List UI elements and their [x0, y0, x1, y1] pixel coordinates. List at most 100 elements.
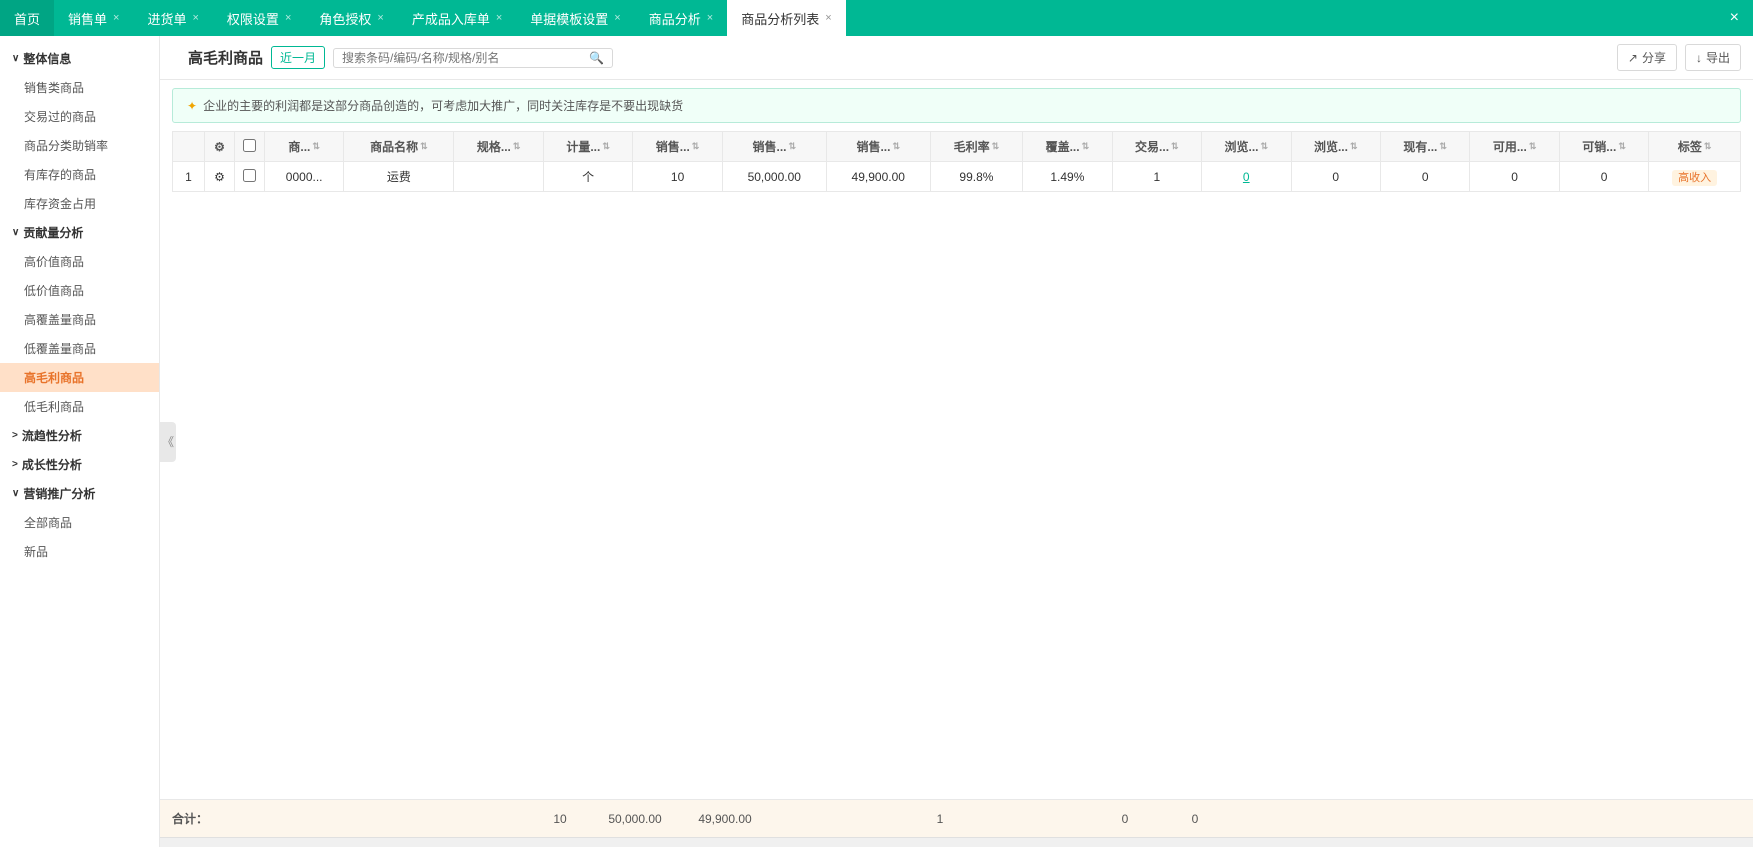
- sidebar-item-1-0[interactable]: 高价值商品: [0, 247, 159, 276]
- nav-item-8[interactable]: 商品分析列表×: [727, 0, 845, 36]
- nav-close-8[interactable]: ×: [825, 12, 831, 24]
- export-button[interactable]: ↓ 导出: [1685, 44, 1741, 71]
- nav-item-3[interactable]: 权限设置×: [213, 0, 305, 36]
- col-header-unit[interactable]: 计量... ⇅: [543, 132, 632, 162]
- sort-icon-saleable: ⇅: [1618, 141, 1626, 152]
- footer-cell-3: [320, 812, 380, 826]
- share-button[interactable]: ↗ 分享: [1617, 44, 1677, 71]
- sidebar-collapse-button[interactable]: 《: [160, 422, 176, 462]
- nav-item-4[interactable]: 角色授权×: [305, 0, 397, 36]
- search-icon[interactable]: 🔍: [589, 51, 604, 65]
- col-label-trade: 交易...: [1135, 138, 1169, 155]
- footer-cell-14: [1030, 812, 1090, 826]
- sidebar-item-1-1[interactable]: 低价值商品: [0, 276, 159, 305]
- sidebar-group-4[interactable]: ∨营销推广分析: [0, 479, 159, 508]
- col-header-saleable[interactable]: 可销... ⇅: [1559, 132, 1648, 162]
- time-filter-button[interactable]: 近一月: [271, 46, 325, 69]
- sidebar-group-3[interactable]: >成长性分析: [0, 450, 159, 479]
- sidebar-item-1-5[interactable]: 低毛利商品: [0, 392, 159, 421]
- col-header-tag[interactable]: 标签 ⇅: [1649, 132, 1741, 162]
- bottom-scrollbar[interactable]: [160, 837, 1753, 847]
- nav-close-3[interactable]: ×: [285, 12, 291, 24]
- nav-close-2[interactable]: ×: [192, 12, 198, 24]
- collapse-icon: 《: [162, 433, 174, 450]
- row-check-0[interactable]: [243, 169, 256, 182]
- sidebar-item-4-0[interactable]: 全部商品: [0, 508, 159, 537]
- col-header-current[interactable]: 现有... ⇅: [1380, 132, 1469, 162]
- search-input[interactable]: [342, 51, 589, 65]
- sidebar-arrow-4: ∨: [12, 488, 19, 499]
- top-nav: 首页销售单×进货单×权限设置×角色授权×产成品入库单×单据模板设置×商品分析×商…: [0, 0, 1753, 36]
- nav-close-6[interactable]: ×: [614, 12, 620, 24]
- col-header-code[interactable]: 商... ⇅: [265, 132, 344, 162]
- sidebar-item-4-1[interactable]: 新品: [0, 537, 159, 566]
- col-header-spec[interactable]: 规格... ⇅: [454, 132, 543, 162]
- col-header-available[interactable]: 可用... ⇅: [1470, 132, 1559, 162]
- data-table: ⚙商... ⇅商品名称 ⇅规格... ⇅计量... ⇅销售... ⇅销售... …: [172, 131, 1741, 192]
- sidebar-group-2[interactable]: >流趋性分析: [0, 421, 159, 450]
- nav-close-7[interactable]: ×: [707, 12, 713, 24]
- col-header-sale_cost[interactable]: 销售... ⇅: [826, 132, 930, 162]
- nav-item-2[interactable]: 进货单×: [133, 0, 212, 36]
- nav-close-5[interactable]: ×: [496, 12, 502, 24]
- col-header-gross_rate[interactable]: 毛利率 ⇅: [930, 132, 1022, 162]
- col-header-name[interactable]: 商品名称 ⇅: [344, 132, 454, 162]
- footer-cell-7: 10: [530, 812, 590, 826]
- sidebar-item-1-3[interactable]: 低覆盖量商品: [0, 334, 159, 363]
- sidebar-item-1-2[interactable]: 高覆盖量商品: [0, 305, 159, 334]
- cell-name-0: 运费: [344, 162, 454, 192]
- nav-item-5[interactable]: 产成品入库单×: [398, 0, 516, 36]
- sidebar-group-1[interactable]: ∨贡献量分析: [0, 218, 159, 247]
- sidebar-item-0-2[interactable]: 商品分类助销率: [0, 131, 159, 160]
- footer-cell-16: 0: [1160, 812, 1230, 826]
- col-header-sale_qty[interactable]: 销售... ⇅: [633, 132, 722, 162]
- col-header-view2[interactable]: 浏览... ⇅: [1291, 132, 1380, 162]
- view1-link-0[interactable]: 0: [1243, 170, 1250, 184]
- nav-close-4[interactable]: ×: [377, 12, 383, 24]
- sort-icon-sale_cost: ⇅: [892, 141, 900, 152]
- nav-item-1[interactable]: 销售单×: [54, 0, 133, 36]
- col-header-settings: ⚙: [205, 132, 235, 162]
- cell-view1-0: 0: [1202, 162, 1291, 192]
- cell-unit-0: 个: [543, 162, 632, 192]
- nav-item-0[interactable]: 首页: [0, 0, 54, 36]
- col-header-coverage[interactable]: 覆盖... ⇅: [1023, 132, 1112, 162]
- col-label-unit: 计量...: [566, 138, 600, 155]
- footer-cell-6: [490, 812, 530, 826]
- col-label-saleable: 可销...: [1582, 138, 1616, 155]
- window-close-button[interactable]: ×: [1716, 0, 1753, 36]
- row-settings-0[interactable]: ⚙: [205, 162, 235, 192]
- col-label-view1: 浏览...: [1224, 138, 1258, 155]
- sidebar-item-0-3[interactable]: 有库存的商品: [0, 160, 159, 189]
- sidebar-item-0-0[interactable]: 销售类商品: [0, 73, 159, 102]
- sidebar-group-0[interactable]: ∨整体信息: [0, 44, 159, 73]
- nav-item-7[interactable]: 商品分析×: [635, 0, 727, 36]
- col-header-trade[interactable]: 交易... ⇅: [1112, 132, 1201, 162]
- footer-cell-4: [380, 812, 440, 826]
- sort-icon-spec: ⇅: [513, 141, 521, 152]
- sidebar-item-0-1[interactable]: 交易过的商品: [0, 102, 159, 131]
- cell-tag-0: 高收入: [1649, 162, 1741, 192]
- cell-available-0: 0: [1470, 162, 1559, 192]
- select-all-checkbox[interactable]: [243, 139, 256, 152]
- table-container: ⚙商... ⇅商品名称 ⇅规格... ⇅计量... ⇅销售... ⇅销售... …: [160, 131, 1753, 799]
- nav-item-6[interactable]: 单据模板设置×: [516, 0, 634, 36]
- col-header-view1[interactable]: 浏览... ⇅: [1202, 132, 1291, 162]
- footer-cell-18: [1300, 812, 1360, 826]
- sidebar-item-1-4[interactable]: 高毛利商品: [0, 363, 159, 392]
- col-header-checkbox: [235, 132, 265, 162]
- sort-icon-code: ⇅: [312, 141, 320, 152]
- col-num: [173, 132, 205, 162]
- footer-cell-13: [970, 812, 1030, 826]
- sidebar-item-0-4[interactable]: 库存资金占用: [0, 189, 159, 218]
- sort-icon-current: ⇅: [1439, 141, 1447, 152]
- col-label-coverage: 覆盖...: [1046, 138, 1080, 155]
- col-header-sale_amt[interactable]: 销售... ⇅: [722, 132, 826, 162]
- col-label-spec: 规格...: [477, 138, 511, 155]
- sidebar: ∨整体信息销售类商品交易过的商品商品分类助销率有库存的商品库存资金占用∨贡献量分…: [0, 36, 160, 847]
- nav-close-1[interactable]: ×: [113, 12, 119, 24]
- row-checkbox-0[interactable]: [235, 162, 265, 192]
- cell-spec-0: [454, 162, 543, 192]
- col-label-gross_rate: 毛利率: [954, 138, 990, 155]
- cell-saleable-0: 0: [1559, 162, 1648, 192]
